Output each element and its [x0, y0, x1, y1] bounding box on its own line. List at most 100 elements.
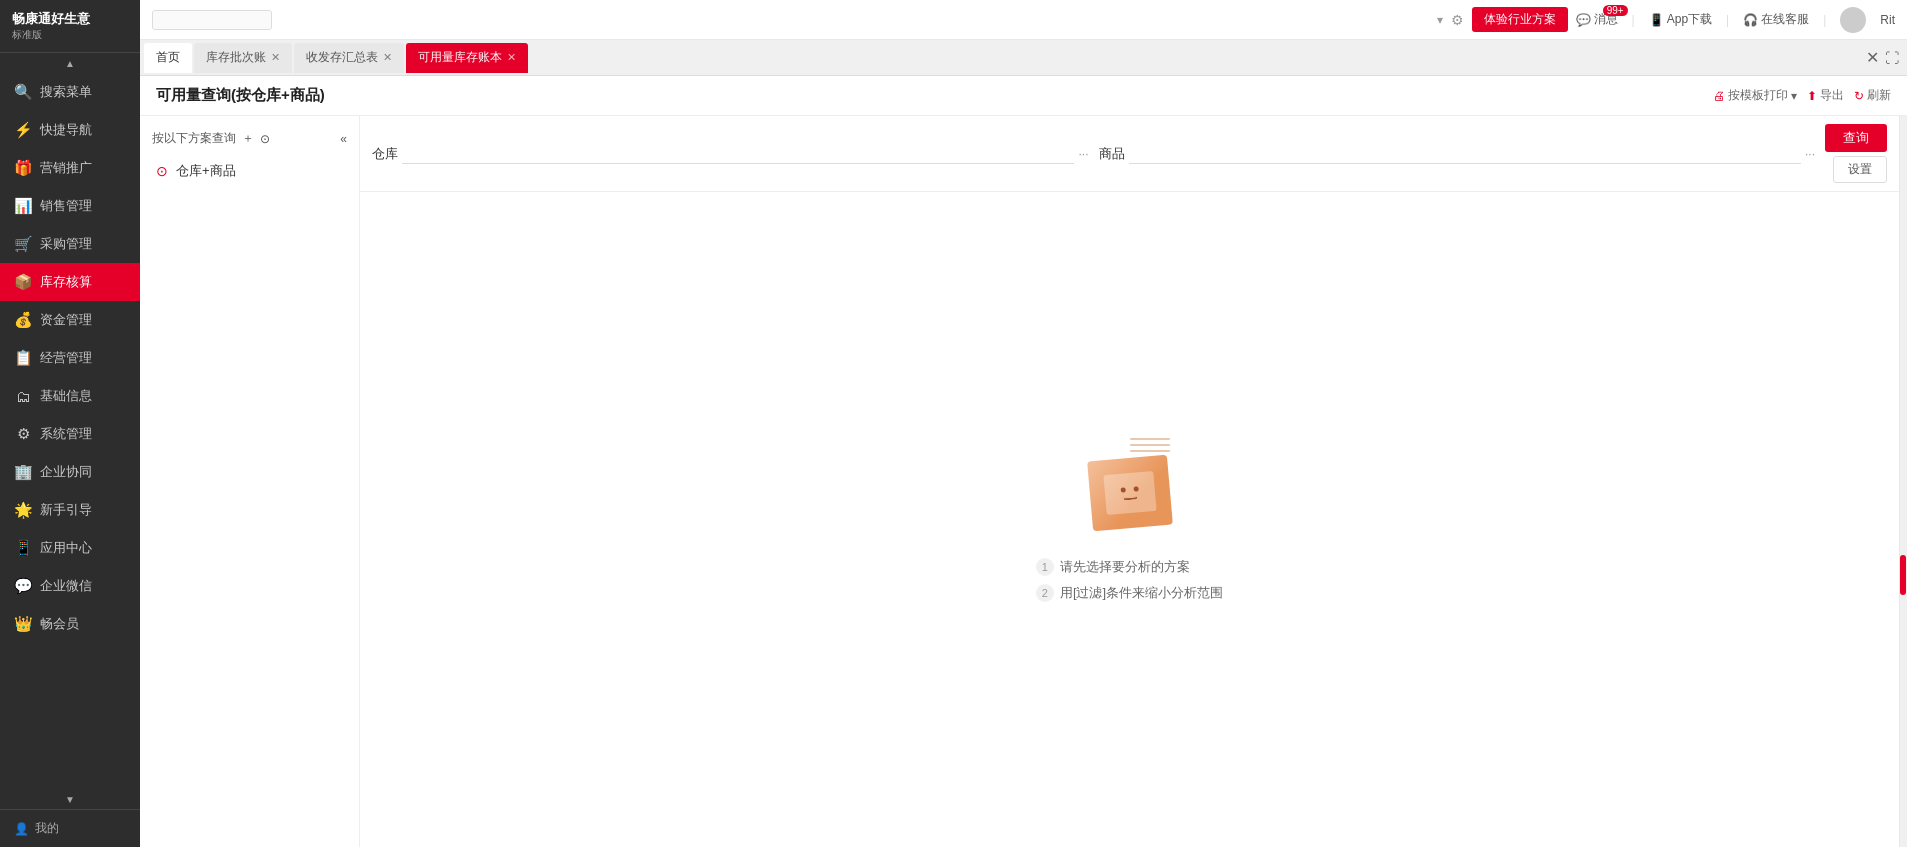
print-dropdown-icon[interactable]: ▾	[1791, 89, 1797, 103]
sidebar-item-system[interactable]: ⚙ 系统管理	[0, 415, 140, 453]
filter-add-icon[interactable]: ＋	[242, 130, 254, 147]
vip-icon: 👑	[14, 615, 32, 633]
goods-field-label: 商品	[1099, 145, 1125, 163]
sidebar-item-finance[interactable]: 💰 资金管理	[0, 301, 140, 339]
sidebar-label-basic: 基础信息	[40, 387, 92, 405]
sidebar-label-wecom: 企业微信	[40, 577, 92, 595]
face-eye-right	[1133, 485, 1138, 490]
empty-state: 1 请先选择要分析的方案 2 用[过滤]条件来缩小分析范围	[360, 192, 1899, 847]
divider-2: |	[1726, 13, 1729, 27]
sidebar-label-marketing: 营销推广	[40, 159, 92, 177]
sidebar-label-finance: 资金管理	[40, 311, 92, 329]
sidebar-item-purchase[interactable]: 🛒 采购管理	[0, 225, 140, 263]
refresh-action[interactable]: ↻ 刷新	[1854, 87, 1891, 104]
sidebar-bottom[interactable]: 👤 我的	[0, 809, 140, 847]
tabbar: 首页 库存批次账 ✕ 收发存汇总表 ✕ 可用量库存账本 ✕ ✕ ⛶	[140, 40, 1907, 76]
empty-box-face	[1103, 470, 1156, 514]
tab-available-qty[interactable]: 可用量库存账本 ✕	[406, 43, 528, 73]
basic-icon: 🗂	[14, 388, 32, 405]
empty-hint-2: 2 用[过滤]条件来缩小分析范围	[1036, 584, 1223, 602]
query-area: 仓库 ··· 商品 ··· 查询 设置	[360, 116, 1899, 847]
tab-batch-ledger-label: 库存批次账	[206, 49, 266, 66]
finance-icon: 💰	[14, 311, 32, 329]
export-action[interactable]: ⬆ 导出	[1807, 87, 1844, 104]
operations-icon: 📋	[14, 349, 32, 367]
face-mouth	[1123, 495, 1137, 499]
sidebar-scroll-down[interactable]: ▼	[0, 789, 140, 809]
sidebar-item-marketing[interactable]: 🎁 营销推广	[0, 149, 140, 187]
sidebar-label-sales: 销售管理	[40, 197, 92, 215]
tab-available-qty-label: 可用量库存账本	[418, 49, 502, 66]
trial-industry-button[interactable]: 体验行业方案	[1472, 7, 1568, 32]
empty-lines	[1130, 438, 1170, 452]
app-download-item[interactable]: 📱 App下载	[1649, 11, 1712, 28]
tabbar-close-icon[interactable]: ✕	[1866, 48, 1879, 67]
topbar-search-input[interactable]	[152, 10, 272, 30]
tabbar-expand-icon[interactable]: ⛶	[1885, 50, 1899, 66]
marketing-icon: 🎁	[14, 159, 32, 177]
sidebar-scroll-up[interactable]: ▲	[0, 53, 140, 73]
warehouse-field-label: 仓库	[372, 145, 398, 163]
sidebar-item-basic[interactable]: 🗂 基础信息	[0, 377, 140, 415]
user-avatar[interactable]	[1840, 7, 1866, 33]
sidebar-item-sales[interactable]: 📊 销售管理	[0, 187, 140, 225]
hint-num-2: 2	[1036, 584, 1054, 602]
inventory-icon: 📦	[14, 273, 32, 291]
main-content: ▾ ⚙ 体验行业方案 💬 消息 99+ | 📱 App下载 | 🎧 在线客服 |…	[140, 0, 1907, 847]
goods-more-icon[interactable]: ···	[1805, 147, 1815, 161]
app-center-icon: 📱	[14, 539, 32, 557]
sidebar-item-vip[interactable]: 👑 畅会员	[0, 605, 140, 643]
warehouse-more-icon[interactable]: ···	[1078, 147, 1088, 161]
export-label: 导出	[1820, 87, 1844, 104]
hint-text-2: 用[过滤]条件来缩小分析范围	[1060, 584, 1223, 602]
sidebar-item-inventory[interactable]: 📦 库存核算	[0, 263, 140, 301]
tabbar-right: ✕ ⛶	[1866, 48, 1907, 67]
tab-home[interactable]: 首页	[144, 43, 192, 73]
tab-receipt-summary[interactable]: 收发存汇总表 ✕	[294, 43, 404, 73]
sidebar-item-wecom[interactable]: 💬 企业微信	[0, 567, 140, 605]
tab-batch-ledger[interactable]: 库存批次账 ✕	[194, 43, 292, 73]
query-fields-bar: 仓库 ··· 商品 ··· 查询 设置	[360, 116, 1899, 192]
query-button[interactable]: 查询	[1825, 124, 1887, 152]
tab-home-label: 首页	[156, 49, 180, 66]
sidebar: 畅康通好生意 标准版 ▲ 🔍 搜索菜单 ⚡ 快捷导航 🎁 营销推广 📊 销售管理…	[0, 0, 140, 847]
scheme-label: 仓库+商品	[176, 162, 236, 180]
filter-collapse-icon[interactable]: «	[340, 132, 347, 146]
tab-available-qty-close[interactable]: ✕	[507, 51, 516, 64]
goods-input[interactable]	[1129, 143, 1801, 164]
page-title: 可用量查询(按仓库+商品)	[156, 86, 325, 105]
sidebar-label-purchase: 采购管理	[40, 235, 92, 253]
right-scrollbar[interactable]	[1899, 116, 1907, 847]
user-name[interactable]: Rit	[1880, 13, 1895, 27]
page-header-actions: 🖨 按模板打印 ▾ ⬆ 导出 ↻ 刷新	[1713, 87, 1891, 104]
print-action[interactable]: 🖨 按模板打印 ▾	[1713, 87, 1797, 104]
sidebar-item-operations[interactable]: 📋 经营管理	[0, 339, 140, 377]
online-service-item[interactable]: 🎧 在线客服	[1743, 11, 1809, 28]
tab-batch-ledger-close[interactable]: ✕	[271, 51, 280, 64]
app-download-label: App下载	[1667, 11, 1712, 28]
sidebar-item-search[interactable]: 🔍 搜索菜单	[0, 73, 140, 111]
topbar-right: 💬 消息 99+ | 📱 App下载 | 🎧 在线客服 | Rit	[1576, 7, 1895, 33]
settings-button[interactable]: 设置	[1833, 156, 1887, 183]
export-icon: ⬆	[1807, 89, 1817, 103]
sidebar-bottom-icon: 👤	[14, 822, 29, 836]
notification-item[interactable]: 💬 消息 99+	[1576, 11, 1618, 28]
topbar-dropdown-icon[interactable]: ▾	[1437, 13, 1443, 27]
scroll-thumb[interactable]	[1900, 555, 1906, 595]
empty-line-3	[1130, 450, 1170, 452]
filter-sidebar: 按以下方案查询 ＋ ⊙ « ⊙ 仓库+商品	[140, 116, 360, 847]
sidebar-label-system: 系统管理	[40, 425, 92, 443]
topbar: ▾ ⚙ 体验行业方案 💬 消息 99+ | 📱 App下载 | 🎧 在线客服 |…	[140, 0, 1907, 40]
topbar-gear-icon[interactable]: ⚙	[1451, 12, 1464, 28]
enterprise-icon: 🏢	[14, 463, 32, 481]
sidebar-item-shortcut[interactable]: ⚡ 快捷导航	[0, 111, 140, 149]
sidebar-item-enterprise[interactable]: 🏢 企业协同	[0, 453, 140, 491]
sidebar-label-operations: 经营管理	[40, 349, 92, 367]
filter-scheme-warehouse-goods[interactable]: ⊙ 仓库+商品	[140, 155, 359, 187]
sidebar-item-newbie[interactable]: 🌟 新手引导	[0, 491, 140, 529]
tab-receipt-summary-close[interactable]: ✕	[383, 51, 392, 64]
empty-hint-1: 1 请先选择要分析的方案	[1036, 558, 1223, 576]
warehouse-input[interactable]	[402, 143, 1074, 164]
sidebar-item-app-center[interactable]: 📱 应用中心	[0, 529, 140, 567]
filter-settings-icon[interactable]: ⊙	[260, 132, 270, 146]
